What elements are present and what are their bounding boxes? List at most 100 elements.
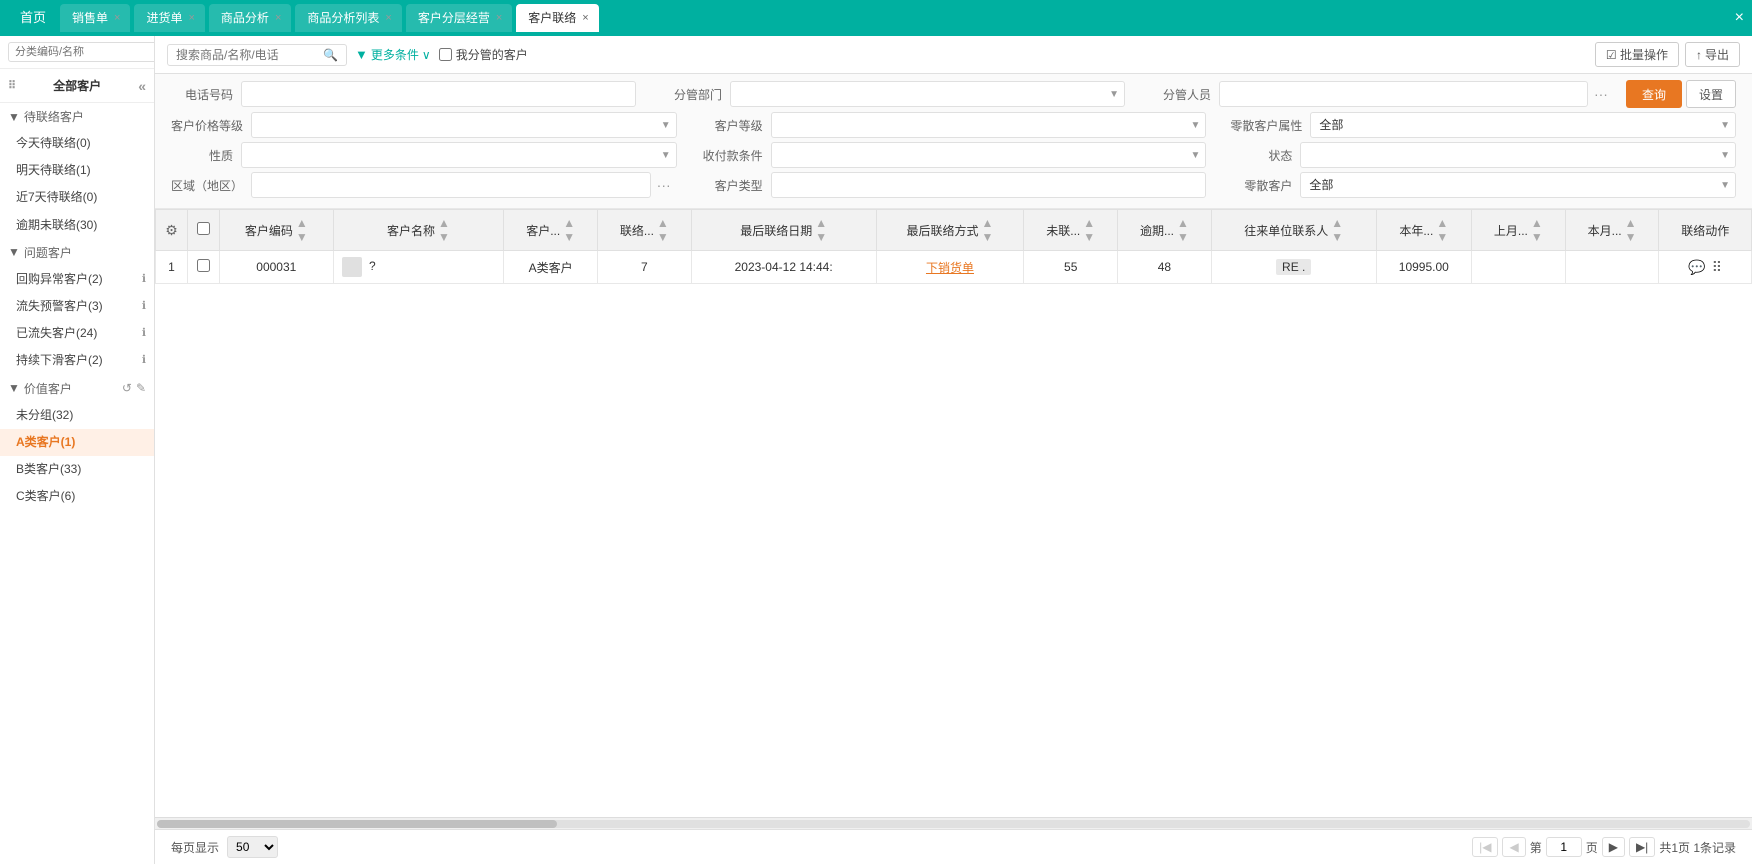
sidebar-item-repurchase-abnormal[interactable]: 回购异常客户(2) ℹ: [0, 266, 154, 293]
row-checkbox[interactable]: [188, 251, 220, 284]
churn-warning-info-icon[interactable]: ℹ: [142, 298, 146, 316]
sidebar-item-lost[interactable]: 已流失客户(24) ℹ: [0, 320, 154, 347]
nav-tab-analysis[interactable]: 商品分析 ×: [209, 4, 291, 32]
nav-tab-analysis-list-close[interactable]: ×: [385, 4, 391, 32]
top-nav-close[interactable]: ×: [1735, 9, 1744, 27]
sidebar-item-class-a[interactable]: A类客户(1): [0, 429, 154, 456]
per-page-select[interactable]: 50 100 200: [227, 836, 278, 858]
table-area: ⚙ 客户编码 ▲▼ 客户名称: [155, 209, 1752, 817]
nav-tab-sales-close[interactable]: ×: [114, 4, 120, 32]
customer-type-label: 客户类型: [701, 177, 771, 194]
filter-search-wrapper: 🔍: [167, 44, 347, 66]
query-button[interactable]: 查询: [1626, 80, 1682, 108]
person-input[interactable]: [1219, 81, 1588, 107]
ctype-sort[interactable]: ▲▼: [563, 216, 575, 244]
sidebar-item-declining[interactable]: 持续下滑客户(2) ℹ: [0, 347, 154, 374]
nav-tab-customer-segment[interactable]: 客户分层经营 ×: [406, 4, 512, 32]
retail-select[interactable]: 全部: [1300, 172, 1736, 198]
customer-level-select[interactable]: [771, 112, 1207, 138]
horizontal-scrollbar[interactable]: [155, 817, 1752, 829]
batch-op-icon: ☑: [1606, 48, 1617, 62]
filter-more-conditions[interactable]: ▼ 更多条件 ∨: [355, 46, 431, 63]
sidebar-section-pending[interactable]: ▼ 待联络客户: [0, 103, 154, 130]
overdue-sort[interactable]: ▲▼: [1177, 216, 1189, 244]
row-select[interactable]: [197, 259, 210, 272]
sidebar-item-overdue[interactable]: 逾期未联络(30): [0, 212, 154, 239]
export-button[interactable]: ↑ 导出: [1685, 42, 1740, 67]
sidebar-item-churn-warning[interactable]: 流失预警客户(3) ℹ: [0, 293, 154, 320]
notcontact-sort[interactable]: ▲▼: [1083, 216, 1095, 244]
repurchase-info-icon[interactable]: ℹ: [142, 271, 146, 289]
lost-info-icon[interactable]: ℹ: [142, 325, 146, 343]
sidebar-item-7days[interactable]: 近7天待联络(0): [0, 184, 154, 211]
sidebar-item-tomorrow[interactable]: 明天待联络(1): [0, 157, 154, 184]
region-input[interactable]: [251, 172, 651, 198]
table-gear-icon[interactable]: ⚙: [165, 222, 178, 238]
sidebar-section-pending-arrow: ▼: [8, 110, 20, 124]
sidebar-item-class-b[interactable]: B类客户(33): [0, 456, 154, 483]
lastmethod-sort[interactable]: ▲▼: [982, 216, 994, 244]
nav-tab-customer-segment-close[interactable]: ×: [496, 4, 502, 32]
row-last-method[interactable]: 下销货单: [876, 251, 1024, 284]
table-body: 1 000031 ? A类客户 7 2023-04-12 14:44: 下销货单…: [156, 251, 1752, 284]
filter-my-customers[interactable]: 我分管的客户: [439, 46, 528, 63]
contacts-sort[interactable]: ▲▼: [1331, 216, 1343, 244]
filter-search-icon[interactable]: 🔍: [323, 48, 338, 62]
nature-select[interactable]: [241, 142, 677, 168]
scrollbar-thumb[interactable]: [157, 820, 557, 828]
page-last-btn[interactable]: ▶|: [1629, 837, 1655, 857]
thisyear-sort[interactable]: ▲▼: [1436, 216, 1448, 244]
nav-tab-sales[interactable]: 销售单 ×: [60, 4, 130, 32]
sidebar-section-problem[interactable]: ▼ 问题客户: [0, 239, 154, 266]
code-sort[interactable]: ▲▼: [296, 216, 308, 244]
nav-tab-purchase[interactable]: 进货单 ×: [134, 4, 204, 32]
price-level-select[interactable]: [251, 112, 677, 138]
status-select[interactable]: [1300, 142, 1736, 168]
th-this-year: 本年... ▲▼: [1376, 210, 1471, 251]
sidebar-all-customers[interactable]: ⠿ 全部客户 «: [0, 69, 154, 103]
sidebar-section-value[interactable]: ▼ 价值客户 ↺ ✎: [0, 375, 154, 402]
main-area: 🔍 ⠿ 全部客户 « ▼ 待联络客户 今天待联络(0) 明天待联络(1) 近7天…: [0, 36, 1752, 864]
contact-sort[interactable]: ▲▼: [657, 216, 669, 244]
sidebar-collapse-icon[interactable]: «: [138, 78, 146, 94]
nav-tab-customer-contact[interactable]: 客户联络 ×: [516, 4, 598, 32]
batch-op-button[interactable]: ☑ 批量操作: [1595, 42, 1679, 67]
phone-input[interactable]: [241, 81, 636, 107]
page-prev-btn[interactable]: ◀: [1502, 837, 1525, 857]
action-barcode-icon[interactable]: ⠿: [1712, 259, 1722, 276]
table-select-all[interactable]: [197, 222, 210, 235]
sidebar-search-input[interactable]: [8, 42, 155, 62]
nav-tab-analysis-list[interactable]: 商品分析列表 ×: [295, 4, 401, 32]
nav-tab-customer-contact-close[interactable]: ×: [582, 4, 588, 32]
page-input[interactable]: [1546, 837, 1582, 857]
nature-label: 性质: [171, 147, 241, 164]
sidebar-item-class-c[interactable]: C类客户(6): [0, 483, 154, 510]
sidebar-item-today[interactable]: 今天待联络(0): [0, 130, 154, 157]
thismonth-sort[interactable]: ▲▼: [1625, 216, 1637, 244]
status-label: 状态: [1230, 147, 1300, 164]
lastdate-sort[interactable]: ▲▼: [815, 216, 827, 244]
sidebar-header-dots: ⠿: [8, 79, 16, 92]
sidebar-item-ungrouped[interactable]: 未分组(32): [0, 402, 154, 429]
nav-tab-purchase-close[interactable]: ×: [188, 4, 194, 32]
payment-select[interactable]: [771, 142, 1207, 168]
lastmonth-sort[interactable]: ▲▼: [1531, 216, 1543, 244]
nav-tab-analysis-close[interactable]: ×: [275, 4, 281, 32]
declining-info-icon[interactable]: ℹ: [142, 352, 146, 370]
action-chat-icon[interactable]: 💬: [1688, 259, 1705, 276]
retail-attr-select[interactable]: 全部: [1310, 112, 1736, 138]
adv-filter-customer-level: 客户等级 ▼: [701, 112, 1207, 138]
name-sort[interactable]: ▲▼: [438, 216, 450, 244]
person-dots[interactable]: ···: [1588, 86, 1614, 102]
filter-search-input[interactable]: [176, 48, 323, 62]
value-refresh-icon[interactable]: ↺: [122, 381, 132, 395]
my-customers-checkbox[interactable]: [439, 48, 452, 61]
page-first-btn[interactable]: |◀: [1472, 837, 1498, 857]
value-edit-icon[interactable]: ✎: [136, 381, 146, 395]
region-dots[interactable]: ···: [651, 177, 677, 193]
dept-select[interactable]: [730, 81, 1125, 107]
customer-type-input[interactable]: [771, 172, 1207, 198]
setting-button[interactable]: 设置: [1686, 80, 1736, 108]
page-next-btn[interactable]: ▶: [1602, 837, 1625, 857]
nav-home[interactable]: 首页: [8, 0, 58, 36]
